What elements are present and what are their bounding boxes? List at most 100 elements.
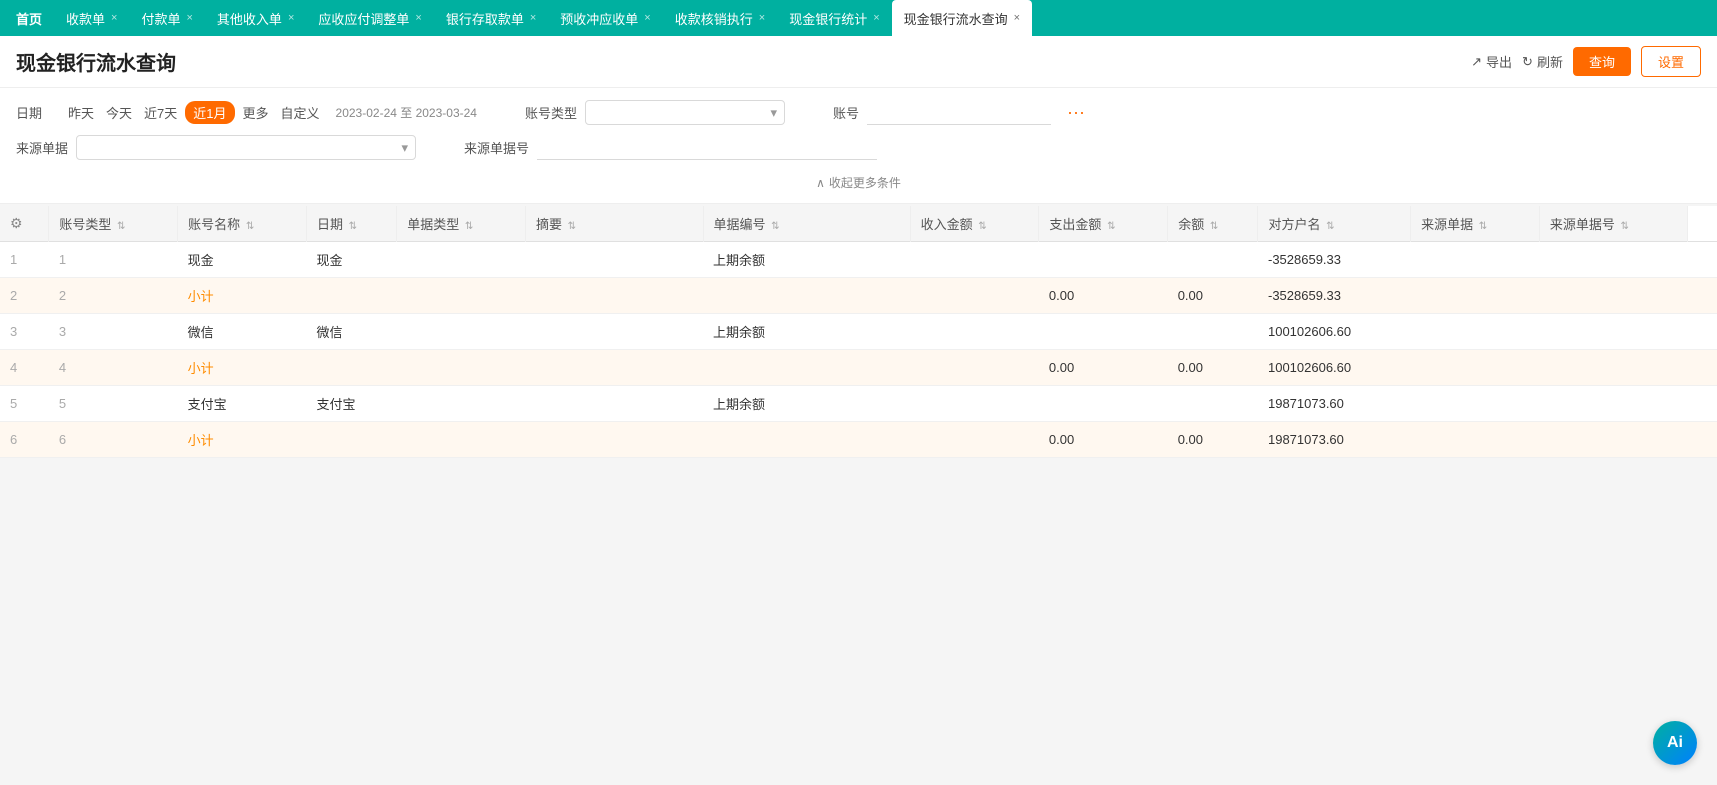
close-icon[interactable]: ×: [644, 12, 650, 24]
counterpart-cell: [1411, 278, 1540, 314]
expense-cell: 0.00: [1168, 278, 1258, 314]
close-icon[interactable]: ×: [1014, 12, 1020, 24]
table-row[interactable]: 66小计0.000.0019871073.60: [0, 422, 1717, 458]
row-num: 2: [0, 278, 49, 314]
account-name-cell: [306, 350, 396, 386]
date-btn-today[interactable]: 今天: [102, 101, 136, 124]
nav-item-payment[interactable]: 付款单 ×: [129, 0, 204, 36]
source-doc-cell: [1539, 242, 1687, 278]
date-btn-7days[interactable]: 近7天: [140, 101, 181, 124]
col-income-label: 收入金额: [921, 217, 973, 232]
account-type-select[interactable]: [585, 100, 785, 125]
gear-icon[interactable]: ⚙: [10, 215, 23, 231]
source-doc-num-input[interactable]: [537, 136, 877, 160]
sort-icon-expense[interactable]: ⇅: [1107, 221, 1115, 232]
col-income: 收入金额 ⇅: [910, 206, 1039, 242]
settings-button[interactable]: 设置: [1641, 46, 1701, 77]
source-doc-no-cell: [1687, 386, 1717, 422]
close-icon[interactable]: ×: [288, 12, 294, 24]
refresh-button[interactable]: ↻ 刷新: [1522, 52, 1563, 71]
nav-item-verify-exec[interactable]: 收款核销执行 ×: [663, 0, 777, 36]
sort-icon-doc-type[interactable]: ⇅: [465, 221, 473, 232]
date-cell: [397, 350, 526, 386]
sort-icon-doc-no[interactable]: ⇅: [771, 221, 779, 232]
sort-icon-balance[interactable]: ⇅: [1210, 221, 1218, 232]
date-cell: [397, 314, 526, 350]
nav-item-advance-offset[interactable]: 预收冲应收单 ×: [548, 0, 662, 36]
table-row[interactable]: 44小计0.000.00100102606.60: [0, 350, 1717, 386]
collapse-up-icon: ∧: [816, 176, 825, 190]
income-cell: [1039, 242, 1168, 278]
col-balance-label: 余额: [1178, 217, 1204, 232]
date-btn-1month[interactable]: 近1月: [185, 101, 234, 124]
col-expense: 支出金额 ⇅: [1039, 206, 1168, 242]
table-row[interactable]: 55支付宝支付宝上期余额19871073.60: [0, 386, 1717, 422]
counterpart-cell: [1411, 242, 1540, 278]
nav-item-cash-stat[interactable]: 现金银行统计 ×: [777, 0, 891, 36]
sort-icon-source-doc-no[interactable]: ⇅: [1621, 221, 1629, 232]
sort-icon-account-name[interactable]: ⇅: [246, 221, 254, 232]
sort-icon-income[interactable]: ⇅: [978, 221, 986, 232]
nav-item-home[interactable]: 首页: [4, 0, 54, 36]
source-doc-cell: [1539, 314, 1687, 350]
close-icon[interactable]: ×: [111, 12, 117, 24]
table-body: 11现金现金上期余额-3528659.3322小计0.000.00-352865…: [0, 242, 1717, 458]
sort-icon-date[interactable]: ⇅: [349, 221, 357, 232]
source-doc-no-cell: [1687, 278, 1717, 314]
source-doc-cell: [1539, 350, 1687, 386]
date-btn-more[interactable]: 更多: [239, 101, 273, 124]
counterpart-cell: [1411, 422, 1540, 458]
date-btn-custom[interactable]: 自定义: [277, 101, 324, 124]
export-button[interactable]: ↗ 导出: [1471, 52, 1512, 71]
collapse-bar[interactable]: ∧ 收起更多条件: [16, 170, 1701, 195]
counterpart-cell: [1411, 350, 1540, 386]
sort-icon-summary[interactable]: ⇅: [568, 221, 576, 232]
close-icon[interactable]: ×: [759, 12, 765, 24]
col-account-type-label: 账号类型: [59, 217, 111, 232]
nav-item-bank-deposit[interactable]: 银行存取款单 ×: [434, 0, 548, 36]
table-row[interactable]: 22小计0.000.00-3528659.33: [0, 278, 1717, 314]
nav-item-cash-flow[interactable]: 现金银行流水查询 ×: [892, 0, 1032, 36]
source-doc-select[interactable]: [76, 135, 416, 160]
date-cell: [397, 386, 526, 422]
date-btn-yesterday[interactable]: 昨天: [64, 101, 98, 124]
sort-icon-account-type[interactable]: ⇅: [117, 221, 125, 232]
col-gear: ⚙: [0, 206, 49, 242]
nav-item-ar-ap-adjust[interactable]: 应收应付调整单 ×: [306, 0, 433, 36]
account-name-cell: 微信: [306, 314, 396, 350]
table-row[interactable]: 11现金现金上期余额-3528659.33: [0, 242, 1717, 278]
date-cell: [397, 278, 526, 314]
row-num: 5: [0, 386, 49, 422]
balance-cell: 100102606.60: [1258, 350, 1411, 386]
doc-no-cell: [910, 314, 1039, 350]
account-input[interactable]: [867, 101, 1051, 125]
sort-icon-counterpart[interactable]: ⇅: [1326, 221, 1334, 232]
source-doc-cell: [1539, 278, 1687, 314]
account-name-cell: [306, 278, 396, 314]
col-counterpart-label: 对方户名: [1268, 217, 1320, 232]
row-num: 5: [49, 386, 178, 422]
col-source-doc: 来源单据 ⇅: [1411, 206, 1540, 242]
summary-cell: 上期余额: [703, 314, 910, 350]
close-icon[interactable]: ×: [530, 12, 536, 24]
sort-icon-source-doc[interactable]: ⇅: [1479, 221, 1487, 232]
doc-no-cell: [910, 350, 1039, 386]
summary-cell: 上期余额: [703, 242, 910, 278]
date-label: 日期: [16, 103, 56, 122]
table-row[interactable]: 33微信微信上期余额100102606.60: [0, 314, 1717, 350]
close-icon[interactable]: ×: [415, 12, 421, 24]
doc-type-cell: [526, 350, 704, 386]
income-cell: [1039, 314, 1168, 350]
col-summary: 摘要 ⇅: [526, 206, 704, 242]
source-doc-no-cell: [1687, 242, 1717, 278]
col-account-name-label: 账号名称: [188, 217, 240, 232]
row-num: 1: [49, 242, 178, 278]
query-button[interactable]: 查询: [1573, 47, 1631, 76]
nav-item-other-income[interactable]: 其他收入单 ×: [205, 0, 306, 36]
ai-badge[interactable]: Ai: [1653, 721, 1697, 765]
doc-type-cell: [526, 242, 704, 278]
close-icon[interactable]: ×: [186, 12, 192, 24]
nav-item-receipt[interactable]: 收款单 ×: [54, 0, 129, 36]
account-more-icon[interactable]: ···: [1067, 102, 1085, 123]
close-icon[interactable]: ×: [873, 12, 879, 24]
